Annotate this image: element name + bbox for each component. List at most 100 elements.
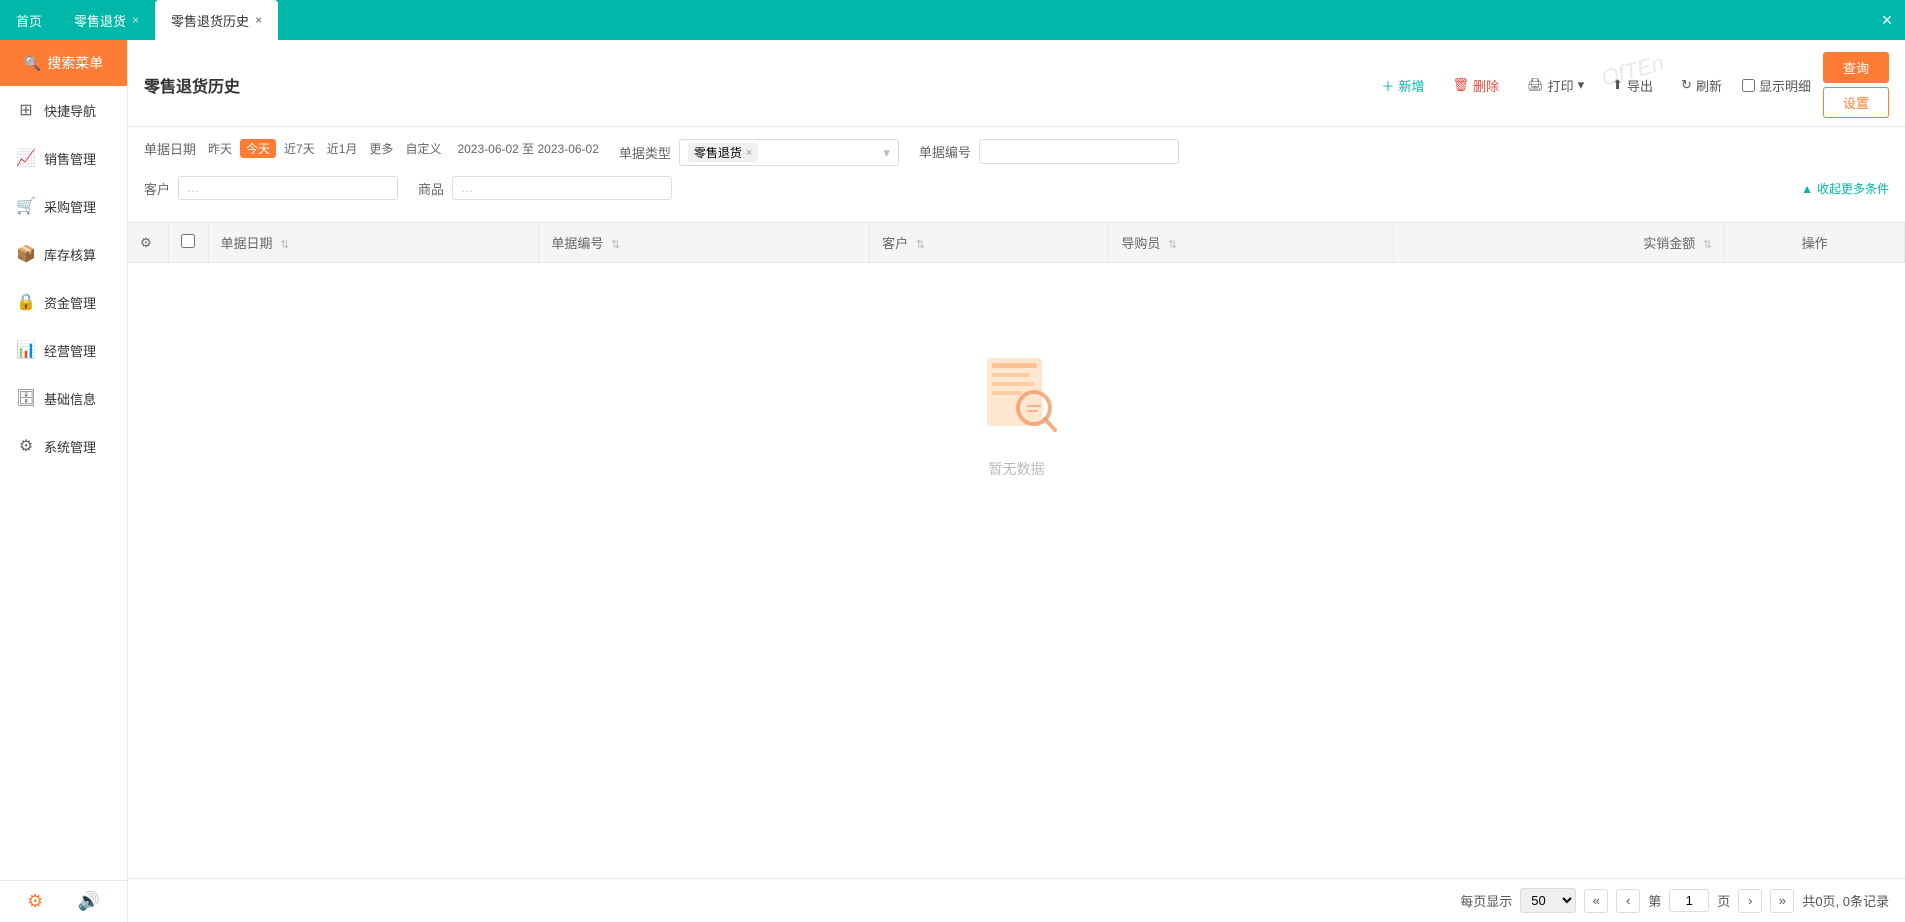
col-doc-no-sort-icon[interactable]: ⇅ — [611, 239, 620, 251]
doc-type-label: 单据类型 — [619, 143, 671, 162]
goods-placeholder: … — [461, 181, 473, 195]
sidebar-item-quick-nav-label: 快捷导航 — [44, 101, 96, 120]
date-opt-custom[interactable]: 自定义 — [401, 139, 445, 158]
sidebar-item-sales[interactable]: 📈 销售管理 — [0, 134, 127, 182]
col-date-sort-icon[interactable]: ⇅ — [280, 239, 289, 251]
col-checkbox[interactable] — [168, 223, 208, 263]
col-action-label: 操作 — [1802, 236, 1828, 251]
sidebar-audio-icon[interactable]: 🔊 — [77, 891, 99, 912]
col-date: 单据日期 ⇅ — [208, 223, 539, 263]
setting-button[interactable]: 设置 — [1823, 87, 1889, 118]
filter-row-1: 单据日期 昨天 今天 近7天 近1月 更多 自定义 2023-06-02 至 2… — [144, 139, 1889, 166]
print-label: 打印 — [1548, 76, 1574, 95]
col-customer-sort-icon[interactable]: ⇅ — [916, 239, 925, 251]
col-settings[interactable]: ⚙ — [128, 223, 168, 263]
pagination-bar: 每页显示 10 20 50 100 « ‹ 第 页 › » 共0页, 0条记录 — [128, 878, 1905, 922]
refresh-icon: ↻ — [1681, 77, 1692, 93]
current-page-input[interactable] — [1669, 889, 1709, 912]
tab-home[interactable]: 首页 — [0, 0, 58, 40]
col-customer: 客户 ⇅ — [870, 223, 1109, 263]
first-page-button[interactable]: « — [1584, 889, 1608, 913]
delete-label: 删除 — [1473, 76, 1499, 95]
sidebar-search-label: 搜索菜单 — [47, 53, 103, 73]
page-label-unit: 页 — [1717, 891, 1730, 910]
customer-select[interactable]: … — [178, 176, 398, 200]
col-action: 操作 — [1725, 223, 1905, 263]
sidebar-item-system-label: 系统管理 — [44, 437, 96, 456]
sidebar-item-purchase-label: 采购管理 — [44, 197, 96, 216]
col-doc-no-label: 单据编号 — [551, 236, 603, 251]
export-button[interactable]: ⬆ 导出 — [1604, 72, 1661, 99]
sidebar-item-quick-nav[interactable]: ⊞ 快捷导航 — [0, 86, 127, 134]
new-button[interactable]: ＋ 新增 — [1374, 72, 1433, 99]
doc-no-filter: 单据编号 — [919, 139, 1179, 164]
operations-icon: 📊 — [16, 340, 36, 360]
sidebar-item-sales-label: 销售管理 — [44, 149, 96, 168]
doc-no-label: 单据编号 — [919, 142, 971, 161]
print-button[interactable]: 🖨 打印 ▾ — [1519, 72, 1592, 99]
tab-retail-return-history-label: 零售退货历史 — [171, 11, 249, 30]
tab-retail-return-history[interactable]: 零售退货历史 × — [155, 0, 278, 40]
total-text: 共0页, 0条记录 — [1802, 891, 1889, 910]
prev-page-button[interactable]: ‹ — [1616, 889, 1640, 913]
tab-retail-return[interactable]: 零售退货 × — [58, 0, 155, 40]
page-size-select[interactable]: 10 20 50 100 — [1520, 888, 1576, 913]
col-amount-sort-icon[interactable]: ⇅ — [1703, 239, 1712, 251]
refresh-button[interactable]: ↻ 刷新 — [1673, 72, 1730, 99]
query-button[interactable]: 查询 — [1823, 52, 1889, 83]
sidebar-item-system[interactable]: ⚙ 系统管理 — [0, 422, 127, 470]
table-settings-icon[interactable]: ⚙ — [140, 235, 152, 250]
delete-icon: 🗑 — [1453, 77, 1470, 93]
search-icon: 🔍 — [24, 55, 41, 72]
date-opt-yesterday[interactable]: 昨天 — [204, 139, 236, 158]
tab-retail-return-history-close[interactable]: × — [255, 13, 262, 27]
goods-filter-label: 商品 — [418, 179, 444, 198]
display-toggle-checkbox[interactable] — [1742, 79, 1755, 92]
sidebar-search[interactable]: 🔍 搜索菜单 — [0, 40, 127, 86]
sidebar-item-inventory-label: 库存核算 — [44, 245, 96, 264]
filter-row-2: 客户 … 商品 … ▲ 收 — [144, 176, 1889, 200]
sidebar-item-operations-label: 经营管理 — [44, 341, 96, 360]
collapse-label: 收起更多条件 — [1817, 180, 1889, 197]
tab-retail-return-close[interactable]: × — [132, 13, 139, 27]
export-label: 导出 — [1627, 76, 1653, 95]
display-toggle-label: 显示明细 — [1759, 76, 1811, 95]
select-all-checkbox[interactable] — [181, 234, 195, 248]
sidebar-item-basic[interactable]: 🗄 基础信息 — [0, 374, 127, 422]
tab-retail-return-label: 零售退货 — [74, 11, 126, 30]
goods-select[interactable]: … — [452, 176, 672, 200]
date-opt-1month[interactable]: 近1月 — [323, 139, 362, 158]
print-icon: 🖨 — [1527, 77, 1544, 93]
date-opt-today[interactable]: 今天 — [240, 139, 276, 158]
date-opts: 昨天 今天 近7天 近1月 更多 自定义 — [204, 139, 445, 158]
sidebar-item-operations[interactable]: 📊 经营管理 — [0, 326, 127, 374]
customer-filter: 客户 … — [144, 176, 398, 200]
display-toggle[interactable]: 显示明细 — [1742, 76, 1811, 95]
empty-state: 暂无数据 — [128, 263, 1905, 519]
next-page-button[interactable]: › — [1738, 889, 1762, 913]
window-close-button[interactable]: × — [1869, 0, 1905, 40]
last-page-button[interactable]: » — [1770, 889, 1794, 913]
col-guide-sort-icon[interactable]: ⇅ — [1168, 239, 1177, 251]
sidebar-item-purchase[interactable]: 🛒 采购管理 — [0, 182, 127, 230]
doc-type-select[interactable]: 零售退货 × ▾ — [679, 139, 899, 166]
table-area: ⚙ 单据日期 ⇅ 单据编号 ⇅ — [128, 223, 1905, 878]
doc-type-tag-close[interactable]: × — [746, 147, 752, 159]
doc-no-input[interactable] — [979, 139, 1179, 164]
doc-type-tag: 零售退货 × — [688, 143, 758, 162]
system-icon: ⚙ — [16, 436, 36, 456]
new-label: 新增 — [1399, 76, 1425, 95]
page-label: 第 — [1648, 891, 1661, 910]
sidebar-item-inventory[interactable]: 📦 库存核算 — [0, 230, 127, 278]
collapse-filter-button[interactable]: ▲ 收起更多条件 — [1801, 180, 1889, 197]
date-opt-7days[interactable]: 近7天 — [280, 139, 319, 158]
header-actions: ＋ 新增 🗑 删除 🖨 打印 ▾ ⬆ 导出 ↻ 刷新 — [1374, 52, 1890, 118]
sidebar: 🔍 搜索菜单 ⊞ 快捷导航 📈 销售管理 🛒 采购管理 📦 库存核算 🔒 — [0, 40, 128, 922]
sidebar-item-finance[interactable]: 🔒 资金管理 — [0, 278, 127, 326]
basic-icon: 🗄 — [16, 388, 36, 408]
date-opt-more[interactable]: 更多 — [365, 139, 397, 158]
delete-button[interactable]: 🗑 删除 — [1445, 72, 1508, 99]
sidebar-bottom: ⚙ 🔊 — [0, 880, 127, 922]
sidebar-settings-icon[interactable]: ⚙ — [27, 891, 43, 912]
page-title: 零售退货历史 — [144, 73, 240, 97]
